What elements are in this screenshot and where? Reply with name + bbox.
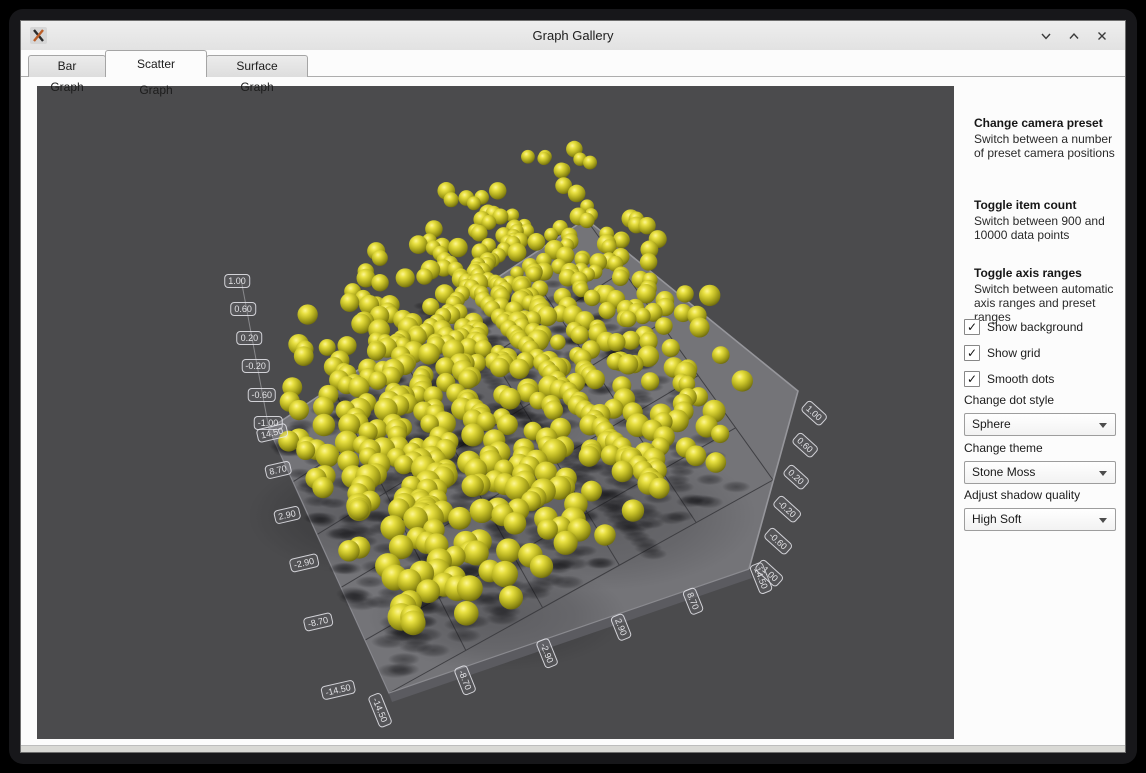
window-title: Graph Gallery — [532, 28, 614, 43]
dropdown-value: Stone Moss — [972, 465, 1036, 479]
title-bar[interactable]: Graph Gallery — [21, 21, 1125, 51]
command-button-description: Switch between automatic axis ranges and… — [974, 282, 1114, 324]
command-button-title: Toggle axis ranges — [974, 266, 1082, 280]
app-window: Graph Gallery Bar Graph Scatter Graph Surf… — [9, 9, 1137, 764]
command-button-description: Switch between a number of preset camera… — [974, 132, 1115, 160]
y-axis-left-tick: -0.60 — [247, 387, 277, 402]
tab-surface-graph[interactable]: Surface Graph — [206, 55, 308, 94]
chevron-down-icon — [1099, 518, 1107, 523]
checkbox-label: Show grid — [987, 346, 1041, 360]
dropdown-label-change-theme: Change theme — [964, 441, 1043, 455]
y-axis-left-tick: 0.60 — [230, 302, 256, 317]
checkbox-show-grid[interactable]: ✓ Show grid — [964, 345, 1040, 361]
dropdown-change-dot-style[interactable]: Sphere — [964, 413, 1116, 436]
chevron-down-icon — [1099, 471, 1107, 476]
y-axis-left-tick: -0.20 — [241, 359, 270, 374]
status-bar — [21, 745, 1125, 752]
checkbox-box[interactable]: ✓ — [964, 371, 980, 387]
window-content: Graph Gallery Bar Graph Scatter Graph Surf… — [20, 20, 1126, 753]
tab-bar: Bar Graph Scatter Graph Surface Graph — [21, 50, 1125, 97]
command-button-toggle-axis-ranges[interactable]: Toggle axis ranges Switch between automat… — [974, 266, 1124, 324]
close-button[interactable] — [1093, 27, 1111, 45]
scatter-3d-view[interactable]: 1.00 0.60 0.20 -0.20 -0.60 -1.00 14.50 8.70 2.90… — [37, 86, 954, 739]
dropdown-adjust-shadow-quality[interactable]: High Soft — [964, 508, 1116, 531]
dropdown-change-theme[interactable]: Stone Moss — [964, 461, 1116, 484]
checkbox-label: Smooth dots — [987, 372, 1055, 386]
dropdown-label-change-dot-style: Change dot style — [964, 393, 1055, 407]
maximize-button[interactable] — [1065, 27, 1083, 45]
dropdown-value: High Soft — [972, 512, 1022, 526]
command-button-description: Switch between 900 and 10000 data points — [974, 214, 1105, 242]
command-button-change-camera-preset[interactable]: Change camera preset Switch between a num… — [974, 116, 1124, 160]
y-axis-left-tick: 1.00 — [224, 274, 250, 288]
tab-scatter-graph[interactable]: Scatter Graph — [105, 50, 207, 97]
dropdown-label-adjust-shadow-quality: Adjust shadow quality — [964, 488, 1081, 502]
command-button-title: Toggle item count — [974, 198, 1077, 212]
tab-bar-graph[interactable]: Bar Graph — [28, 55, 106, 94]
checkbox-show-background[interactable]: ✓ Show background — [964, 319, 1083, 335]
chevron-down-icon — [1099, 423, 1107, 428]
dropdown-value: Sphere — [972, 417, 1011, 431]
checkbox-box[interactable]: ✓ — [964, 345, 980, 361]
command-button-toggle-item-count[interactable]: Toggle item count Switch between 900 and … — [974, 198, 1124, 242]
controls-panel: Change camera preset Switch between a num… — [954, 86, 1125, 739]
minimize-button[interactable] — [1037, 27, 1055, 45]
checkbox-box[interactable]: ✓ — [964, 319, 980, 335]
command-button-title: Change camera preset — [974, 116, 1103, 130]
y-axis-left-tick: 0.20 — [236, 330, 263, 345]
checkbox-smooth-dots[interactable]: ✓ Smooth dots — [964, 371, 1054, 387]
checkbox-label: Show background — [987, 320, 1084, 334]
